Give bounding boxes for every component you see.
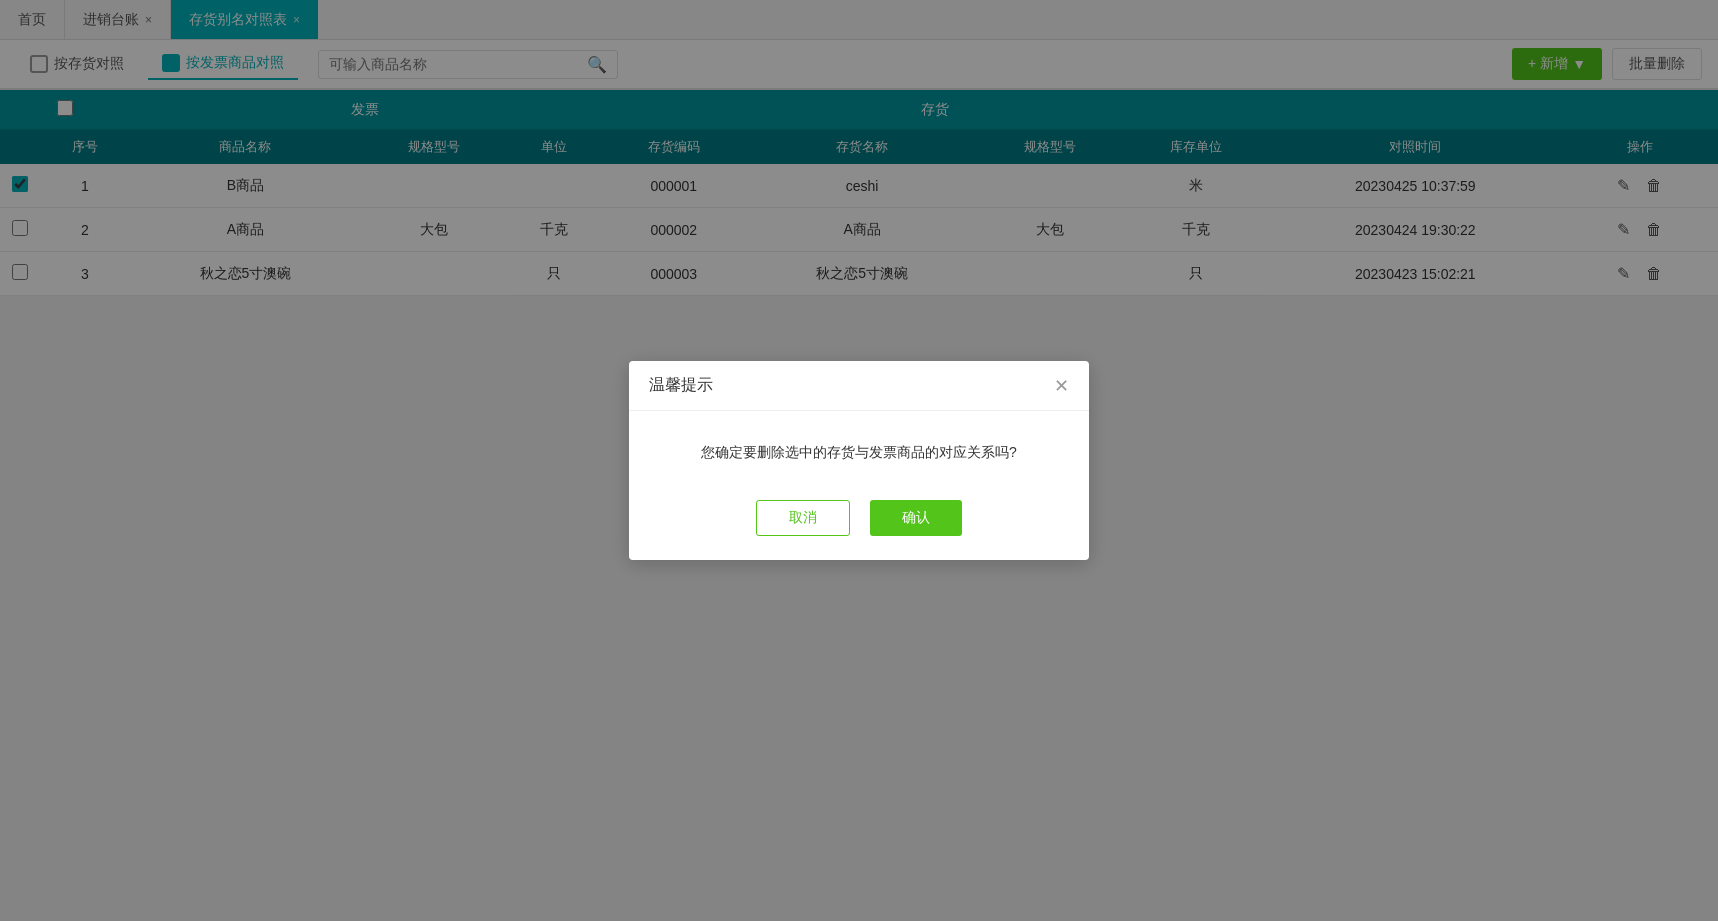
overlay: 温馨提示 ✕ 您确定要删除选中的存货与发票商品的对应关系吗? 取消 确认 [0,0,1718,296]
